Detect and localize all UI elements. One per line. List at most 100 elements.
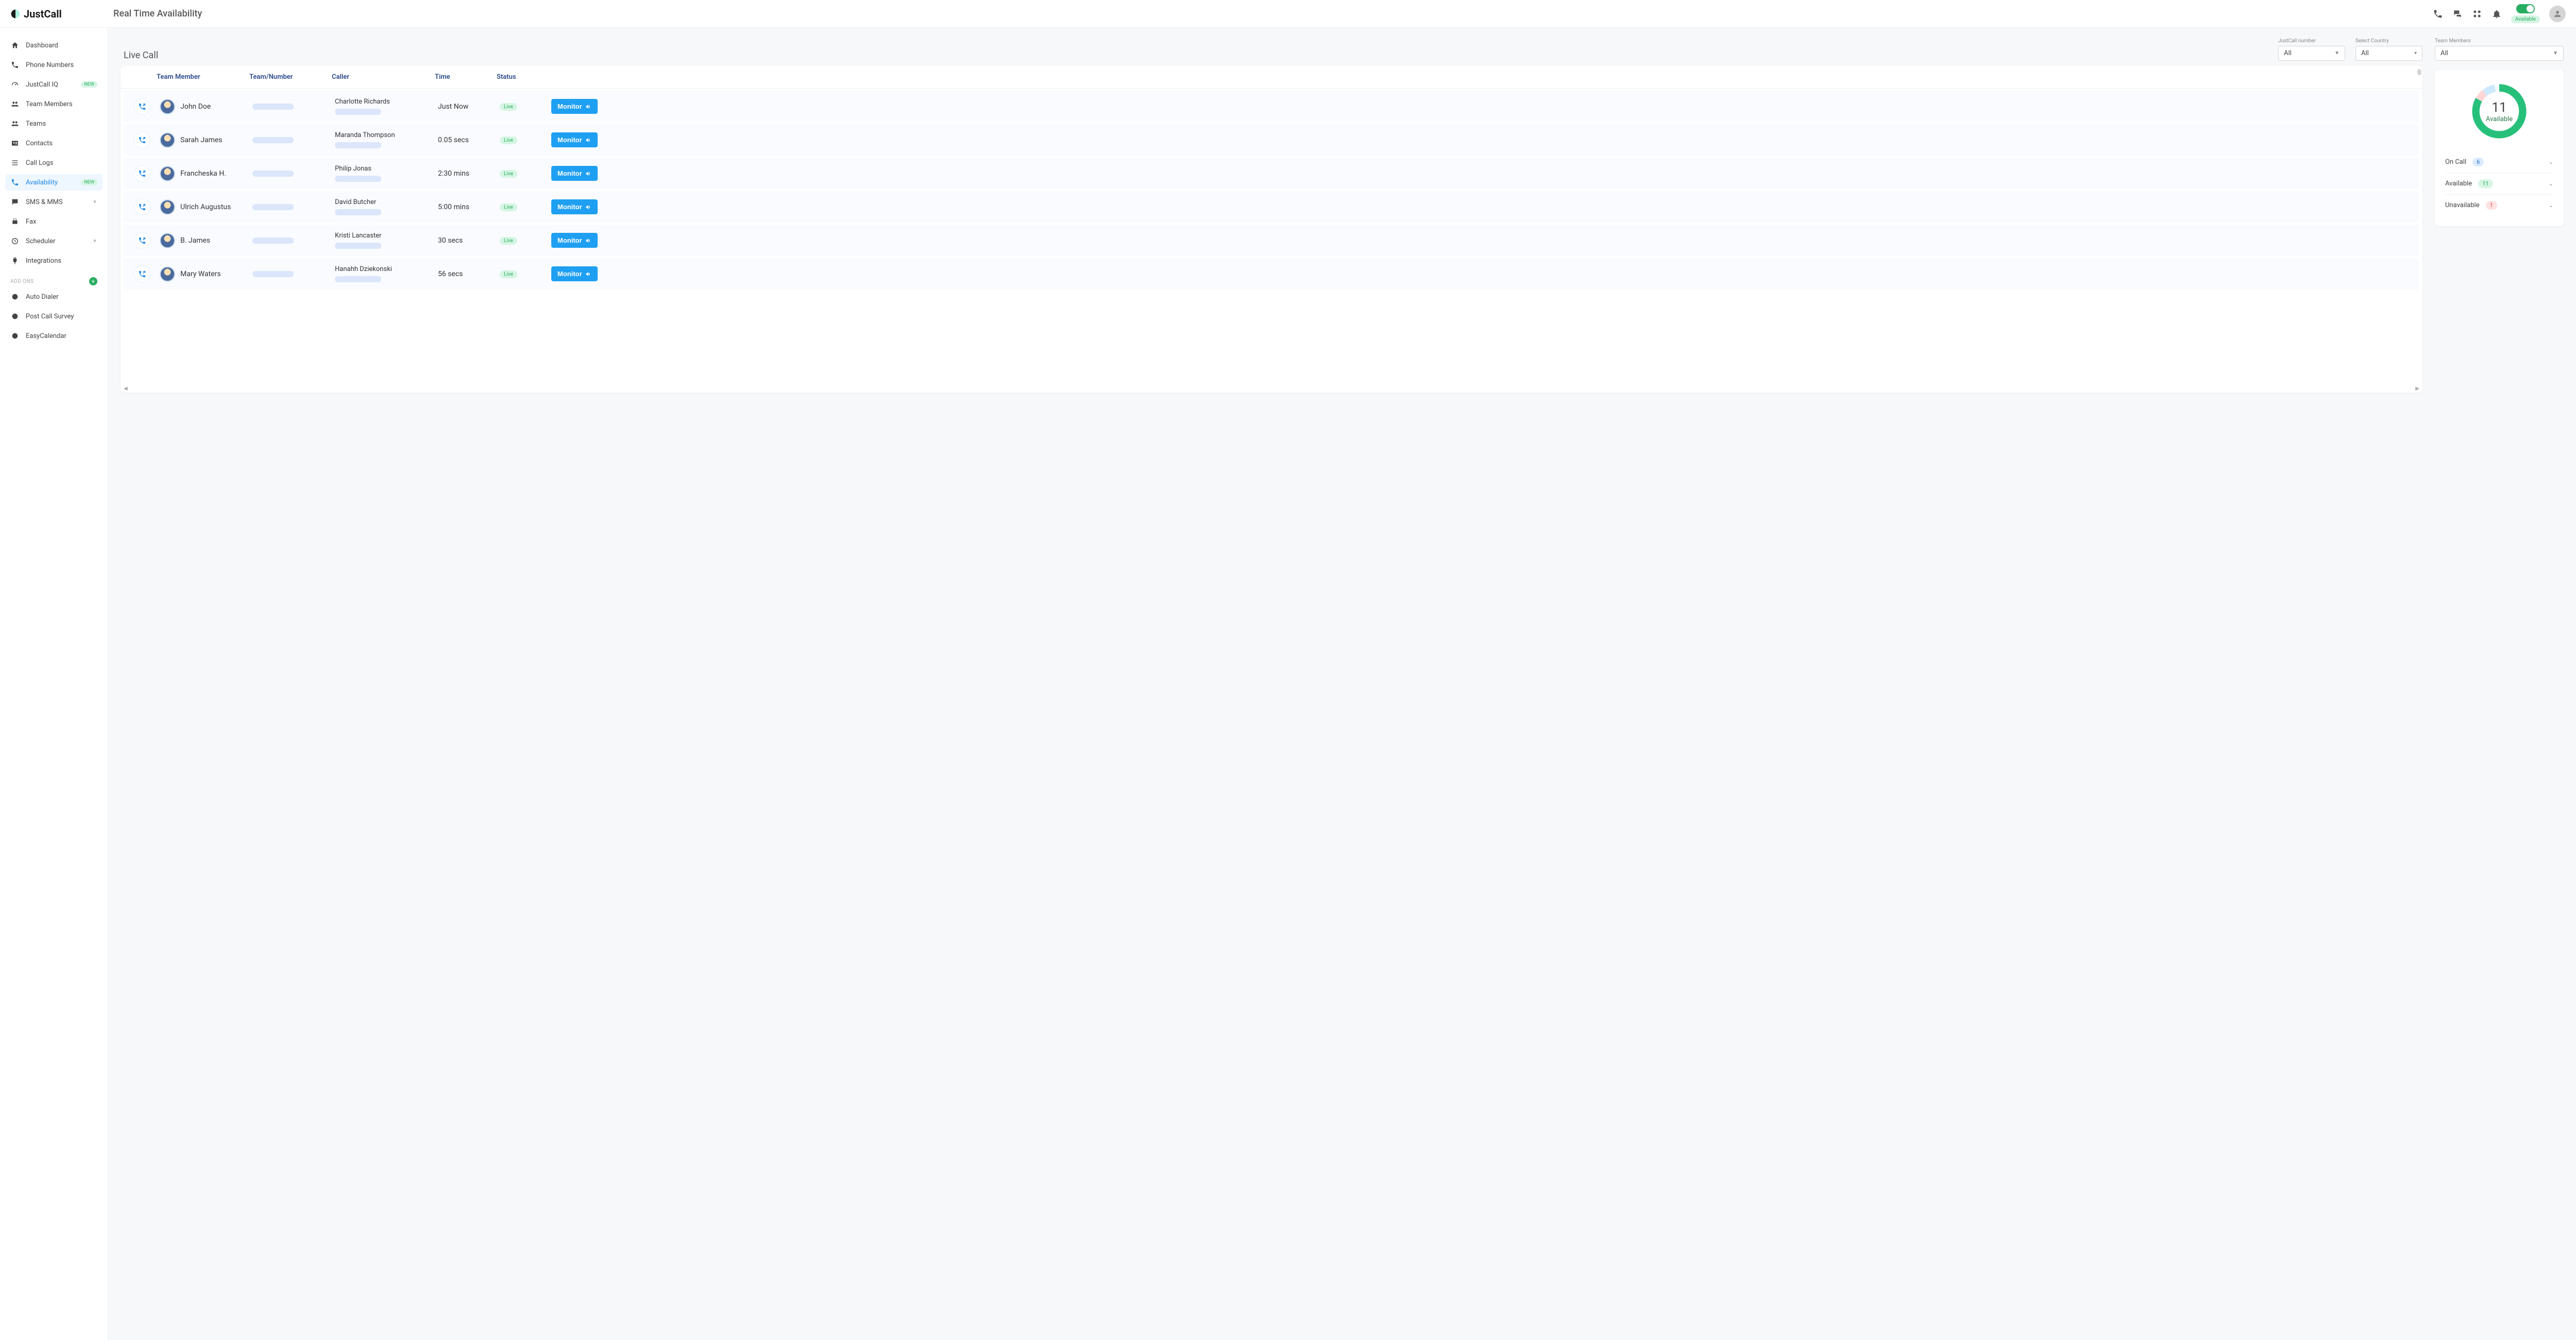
header-team-number: Team/Number	[249, 73, 332, 81]
stat-count: 6	[2472, 158, 2484, 166]
caller-number-placeholder	[335, 243, 381, 249]
donut-label: Available	[2486, 115, 2513, 123]
outbound-call-icon	[134, 165, 150, 182]
table-row: Ulrich AugustusDavid Butcher5:00 minsLiv…	[124, 191, 2419, 223]
sidebar-item-easycalendar[interactable]: EasyCalendar	[5, 328, 103, 344]
main-content: Live Call JustCall number All▼ Select Co…	[108, 28, 2576, 1340]
sidebar-item-availability[interactable]: AvailabilityNEW	[5, 174, 103, 191]
bell-icon[interactable]	[2492, 9, 2502, 19]
table-row: Francheska H.Philip Jonas2:30 minsLiveMo…	[124, 158, 2419, 189]
apps-icon[interactable]	[2472, 9, 2482, 19]
chat-icon[interactable]	[2452, 9, 2463, 19]
volume-icon	[585, 271, 591, 277]
filter-team-members: Team Members All▼	[2435, 38, 2564, 61]
sidebar-item-label: Post Call Survey	[26, 313, 74, 320]
plug-icon	[10, 257, 20, 265]
sidebar-item-auto-dialer[interactable]: Auto Dialer	[5, 289, 103, 305]
filter-row: Live Call JustCall number All▼ Select Co…	[121, 38, 2422, 61]
sidebar-item-team-members[interactable]: Team Members	[5, 96, 103, 112]
right-panel: Team Members All▼ 11 Available	[2435, 38, 2564, 226]
sidebar-item-label: Dashboard	[26, 42, 58, 49]
chevron-down-icon: ▼	[2553, 50, 2558, 56]
availability-toggle[interactable]	[2516, 4, 2535, 13]
sidebar-item-label: SMS & MMS	[26, 198, 63, 206]
id-card-icon	[10, 139, 20, 147]
table-row: B. JamesKristi Lancaster30 secsLiveMonit…	[124, 225, 2419, 256]
table-row: Sarah JamesMaranda Thompson0.05 secsLive…	[124, 124, 2419, 156]
caller-name: David Butcher	[335, 198, 438, 206]
home-icon	[10, 41, 20, 49]
gauge-icon	[10, 80, 20, 89]
chevron-down-icon: ⌄	[2549, 159, 2553, 165]
phone-icon	[10, 178, 20, 186]
team-number-placeholder	[252, 104, 294, 110]
sidebar-item-sms-mms[interactable]: SMS & MMS▼	[5, 194, 103, 210]
horizontal-scrollbar[interactable]: ◀▶	[121, 384, 2422, 393]
chevron-down-icon: ▾	[2414, 50, 2417, 56]
monitor-button[interactable]: Monitor	[551, 166, 598, 181]
user-icon	[2553, 9, 2562, 19]
volume-icon	[585, 137, 591, 143]
sidebar-item-justcall-iq[interactable]: JustCall IQNEW	[5, 76, 103, 93]
team-number-placeholder	[252, 271, 294, 277]
stat-row-available[interactable]: Available11⌄	[2445, 173, 2553, 194]
monitor-button[interactable]: Monitor	[551, 266, 598, 281]
sidebar-item-call-logs[interactable]: Call Logs	[5, 155, 103, 171]
select-justcall-number[interactable]: All▼	[2278, 46, 2345, 61]
monitor-label: Monitor	[557, 169, 582, 177]
caller-name: Kristi Lancaster	[335, 232, 438, 240]
team-number-placeholder	[252, 137, 294, 143]
vertical-scrollbar[interactable]	[2417, 69, 2421, 382]
call-time: 30 secs	[438, 236, 500, 245]
sidebar-item-scheduler[interactable]: Scheduler▼	[5, 233, 103, 249]
member-avatar	[160, 233, 175, 248]
monitor-button[interactable]: Monitor	[551, 99, 598, 114]
select-value: All	[2441, 49, 2448, 57]
table-row: John DoeCharlotte RichardsJust NowLiveMo…	[124, 91, 2419, 122]
select-country[interactable]: All▾	[2355, 46, 2422, 61]
addons-section-header: ADD ONS +	[5, 272, 103, 289]
stat-label: On Call	[2445, 158, 2466, 166]
monitor-button[interactable]: Monitor	[551, 233, 598, 248]
call-time: 0.05 secs	[438, 136, 500, 144]
section-title: Live Call	[121, 50, 158, 61]
phone-icon	[10, 61, 20, 69]
sidebar-item-integrations[interactable]: Integrations	[5, 252, 103, 269]
sidebar-item-phone-numbers[interactable]: Phone Numbers	[5, 57, 103, 73]
list-icon	[10, 159, 20, 167]
member-avatar	[160, 99, 175, 114]
monitor-label: Monitor	[557, 103, 582, 110]
stat-row-on-call[interactable]: On Call 6 ⌄	[2445, 151, 2553, 173]
filter-justcall-number: JustCall number All▼	[2278, 38, 2345, 61]
new-badge: NEW	[81, 179, 97, 185]
select-team-members[interactable]: All ▼	[2435, 46, 2564, 61]
topbar-actions: Available	[2433, 4, 2566, 23]
table-header: Team Member Team/Number Caller Time Stat…	[121, 66, 2422, 89]
sidebar-item-contacts[interactable]: Contacts	[5, 135, 103, 151]
availability-donut-chart: 11 Available	[2468, 80, 2530, 142]
monitor-button[interactable]: Monitor	[551, 132, 598, 147]
sidebar-item-dashboard[interactable]: Dashboard	[5, 37, 103, 54]
user-avatar[interactable]	[2549, 6, 2566, 22]
status-badge: Live	[500, 203, 517, 211]
sidebar-item-label: Fax	[26, 218, 37, 226]
sidebar-item-post-call-survey[interactable]: Post Call Survey	[5, 308, 103, 325]
monitor-label: Monitor	[557, 270, 582, 278]
brand-logo[interactable]: JustCall	[10, 8, 113, 20]
phone-icon[interactable]	[2433, 9, 2443, 19]
stat-count: 1	[2486, 201, 2497, 210]
clock-icon	[10, 237, 20, 245]
add-addon-button[interactable]: +	[89, 277, 97, 285]
sidebar-item-label: Auto Dialer	[26, 293, 59, 301]
disc-icon	[10, 332, 20, 340]
member-avatar	[160, 199, 175, 215]
sidebar-item-teams[interactable]: Teams	[5, 115, 103, 132]
monitor-label: Monitor	[557, 236, 582, 244]
caller-number-placeholder	[335, 209, 381, 215]
sidebar-item-fax[interactable]: Fax	[5, 213, 103, 230]
volume-icon	[585, 171, 591, 177]
sidebar-item-label: Teams	[26, 120, 46, 128]
select-value: All	[2284, 49, 2292, 57]
monitor-button[interactable]: Monitor	[551, 199, 598, 214]
stat-row-unavailable[interactable]: Unavailable1⌄	[2445, 194, 2553, 216]
